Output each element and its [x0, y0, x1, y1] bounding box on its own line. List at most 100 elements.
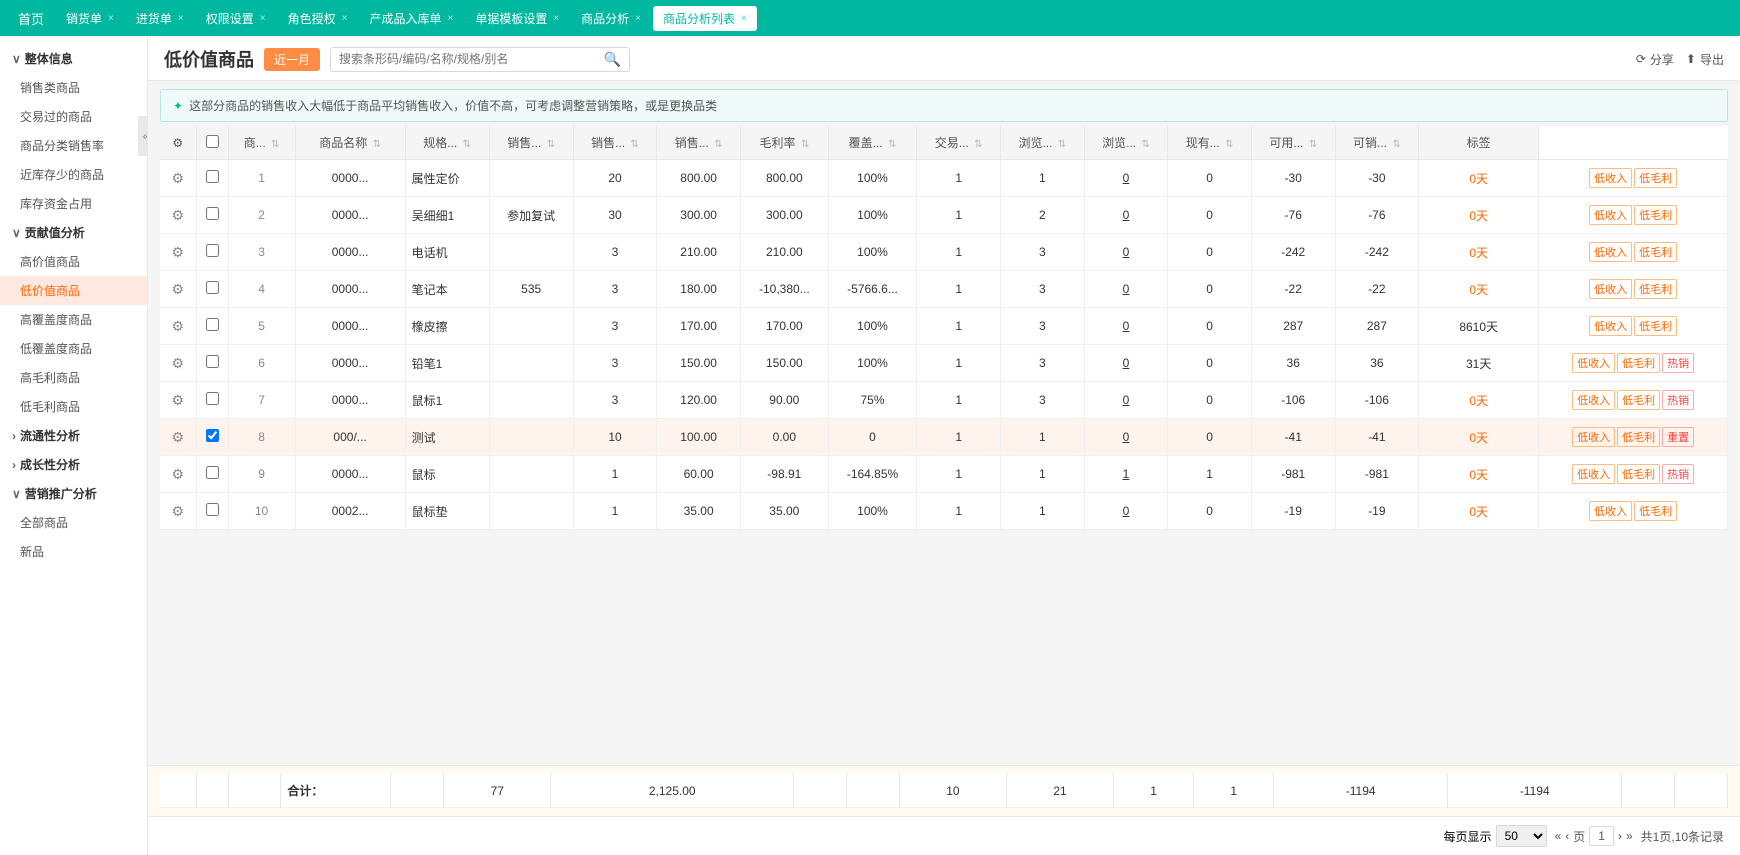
sidebar-item-new-products[interactable]: 新品: [0, 537, 147, 566]
row-checkbox[interactable]: [206, 244, 219, 257]
browse-link[interactable]: 0: [1123, 504, 1130, 518]
close-icon[interactable]: ×: [553, 13, 559, 24]
row-checkbox[interactable]: [206, 318, 219, 331]
close-icon[interactable]: ×: [108, 13, 114, 24]
browse-link[interactable]: 0: [1123, 430, 1130, 444]
row-checkbox[interactable]: [206, 392, 219, 405]
prev-page-button[interactable]: ‹: [1565, 829, 1569, 843]
code-col-header[interactable]: 商... ⇅: [228, 126, 295, 160]
close-icon[interactable]: ×: [635, 13, 641, 24]
search-input[interactable]: [339, 52, 604, 66]
browse1-col-header[interactable]: 浏览... ⇅: [1000, 126, 1084, 160]
row-settings-btn[interactable]: ⚙: [160, 382, 196, 419]
browse-link[interactable]: 0: [1123, 208, 1130, 222]
nav-home[interactable]: 首页: [8, 5, 54, 32]
browse-link[interactable]: 0: [1123, 393, 1130, 407]
last-page-button[interactable]: »: [1626, 829, 1633, 843]
close-icon[interactable]: ×: [342, 13, 348, 24]
sidebar-item-low-value[interactable]: 低价值商品: [0, 276, 147, 305]
row-checkbox[interactable]: [206, 466, 219, 479]
nav-template-settings[interactable]: 单据模板设置 ×: [465, 6, 569, 31]
export-button[interactable]: ⬆ 导出: [1686, 51, 1724, 68]
row-name: 铅笔1: [405, 345, 489, 382]
row-checkbox[interactable]: [206, 281, 219, 294]
row-number: 6: [228, 345, 295, 382]
sidebar-item-low-coverage[interactable]: 低覆盖度商品: [0, 334, 147, 363]
sidebar-group-growth[interactable]: › 成长性分析: [0, 450, 147, 479]
sidebar-item-high-coverage[interactable]: 高覆盖度商品: [0, 305, 147, 334]
close-icon[interactable]: ×: [178, 13, 184, 24]
spec-col-header[interactable]: 规格... ⇅: [405, 126, 489, 160]
row-settings-btn[interactable]: ⚙: [160, 197, 196, 234]
share-button[interactable]: ⟳ 分享: [1636, 51, 1674, 68]
row-checkbox[interactable]: [206, 170, 219, 183]
filter-month-button[interactable]: 近一月: [264, 48, 320, 71]
nav-permission[interactable]: 权限设置 ×: [196, 6, 276, 31]
row-settings-btn[interactable]: ⚙: [160, 493, 196, 530]
nav-role-auth[interactable]: 角色授权 ×: [278, 6, 358, 31]
available-col-header[interactable]: 可用... ⇅: [1251, 126, 1335, 160]
per-page-select[interactable]: 50 20 100: [1496, 825, 1547, 847]
sidebar-item-high-margin[interactable]: 高毛利商品: [0, 363, 147, 392]
sidebar-item-all-products[interactable]: 全部商品: [0, 508, 147, 537]
browse-link[interactable]: 0: [1123, 171, 1130, 185]
name-col-header[interactable]: 商品名称 ⇅: [295, 126, 405, 160]
sidebar-group-marketing[interactable]: ∨ 营销推广分析: [0, 479, 147, 508]
saleable-col-header[interactable]: 可销... ⇅: [1335, 126, 1419, 160]
sidebar-collapse-button[interactable]: «: [138, 116, 148, 156]
sidebar-group-circulation[interactable]: › 流通性分析: [0, 421, 147, 450]
row-settings-btn[interactable]: ⚙: [160, 456, 196, 493]
transaction-col-header[interactable]: 交易... ⇅: [917, 126, 1001, 160]
browse-link[interactable]: 0: [1123, 282, 1130, 296]
row-checkbox[interactable]: [206, 429, 219, 442]
close-icon[interactable]: ×: [741, 13, 747, 24]
sales-amount-col-header[interactable]: 销售... ⇅: [657, 126, 741, 160]
next-page-button[interactable]: ›: [1618, 829, 1622, 843]
sidebar-item-low-margin[interactable]: 低毛利商品: [0, 392, 147, 421]
sidebar-group-contribution[interactable]: ∨ 贡献值分析: [0, 218, 147, 247]
row-sales-amount: 170.00: [740, 308, 828, 345]
close-icon[interactable]: ×: [260, 13, 266, 24]
row-checkbox[interactable]: [206, 503, 219, 516]
row-settings-btn[interactable]: ⚙: [160, 345, 196, 382]
tag-label: 热销: [1662, 390, 1694, 410]
sidebar-group-overview[interactable]: ∨ 整体信息: [0, 44, 147, 73]
close-icon[interactable]: ×: [447, 13, 453, 24]
nav-product-analysis-list[interactable]: 商品分析列表 ×: [653, 6, 757, 31]
row-settings-btn[interactable]: ⚙: [160, 308, 196, 345]
row-settings-btn[interactable]: ⚙: [160, 271, 196, 308]
search-icon[interactable]: 🔍: [604, 51, 621, 68]
nav-sales-order[interactable]: 销货单 ×: [56, 6, 124, 31]
browse-link[interactable]: 0: [1123, 356, 1130, 370]
row-checkbox[interactable]: [206, 207, 219, 220]
coverage-col-header[interactable]: 覆盖... ⇅: [828, 126, 917, 160]
sidebar-item-stock-capital[interactable]: 库存资金占用: [0, 189, 147, 218]
browse2-col-header[interactable]: 浏览... ⇅: [1084, 126, 1168, 160]
row-sales-amount: 300.00: [740, 197, 828, 234]
row-code: 000/...: [295, 419, 405, 456]
settings-col-header[interactable]: ⚙: [160, 126, 196, 160]
row-browse2: 0: [1168, 271, 1252, 308]
nav-purchase-order[interactable]: 进货单 ×: [126, 6, 194, 31]
sidebar-item-sales-products[interactable]: 销售类商品: [0, 73, 147, 102]
current-col-header[interactable]: 现有... ⇅: [1168, 126, 1252, 160]
sidebar-item-high-value[interactable]: 高价值商品: [0, 247, 147, 276]
select-all-checkbox[interactable]: [206, 135, 219, 148]
browse-link[interactable]: 0: [1123, 245, 1130, 259]
browse-link[interactable]: 1: [1123, 467, 1130, 481]
margin-col-header[interactable]: 毛利率 ⇅: [740, 126, 828, 160]
sales-price-col-header[interactable]: 销售... ⇅: [573, 126, 657, 160]
nav-product-analysis[interactable]: 商品分析 ×: [571, 6, 651, 31]
sales-qty-col-header[interactable]: 销售... ⇅: [489, 126, 573, 160]
current-page[interactable]: 1: [1589, 826, 1614, 846]
row-checkbox[interactable]: [206, 355, 219, 368]
sidebar-item-low-stock[interactable]: 近库存少的商品: [0, 160, 147, 189]
sidebar-item-traded-products[interactable]: 交易过的商品: [0, 102, 147, 131]
nav-product-warehouse[interactable]: 产成品入库单 ×: [359, 6, 463, 31]
browse-link[interactable]: 0: [1123, 319, 1130, 333]
row-settings-btn[interactable]: ⚙: [160, 419, 196, 456]
row-settings-btn[interactable]: ⚙: [160, 160, 196, 197]
first-page-button[interactable]: «: [1555, 829, 1562, 843]
sidebar-item-category-sales-rate[interactable]: 商品分类销售率: [0, 131, 147, 160]
row-settings-btn[interactable]: ⚙: [160, 234, 196, 271]
